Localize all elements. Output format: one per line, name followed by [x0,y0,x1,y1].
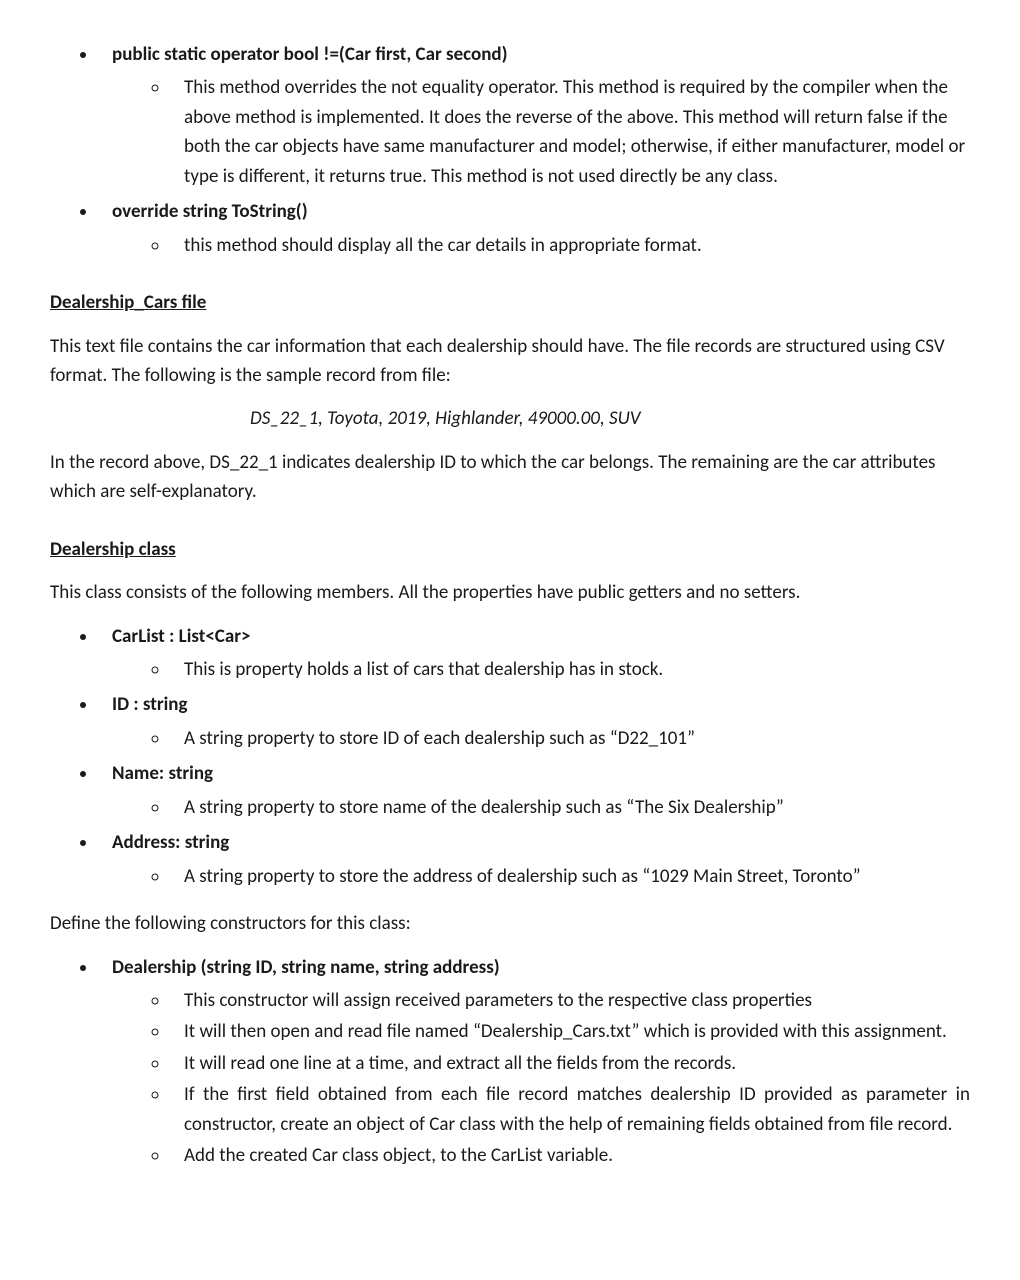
sub-item: This is property holds a list of cars th… [170,655,970,684]
property-title: CarList : List<Car> [98,622,250,651]
constructor-title: Dealership (string ID, string name, stri… [98,953,500,982]
sub-list: this method should display all the car d… [98,231,970,260]
sub-item: Add the created Car class object, to the… [170,1141,970,1170]
sub-list: A string property to store ID of each de… [98,724,970,753]
section-heading-dealership-file: Dealership_Cars file [50,288,970,317]
sub-list: A string property to store the address o… [98,862,970,891]
property-list: CarList : List<Car> This is property hol… [50,622,970,892]
list-item: Name: string A string property to store … [98,759,970,822]
sub-item: This method overrides the not equality o… [170,73,970,191]
list-item: public static operator bool !=(Car first… [98,40,970,191]
sub-item: It will read one line at a time, and ext… [170,1049,970,1078]
list-item: override string ToString() this method s… [98,197,970,260]
sample-record: DS_22_1, Toyota, 2019, Highlander, 49000… [250,404,970,433]
method-title: override string ToString() [98,197,308,226]
constructor-list: Dealership (string ID, string name, stri… [50,953,970,1171]
sub-list: This constructor will assign received pa… [98,986,970,1171]
sub-item: A string property to store ID of each de… [170,724,970,753]
property-title: ID : string [98,690,187,719]
list-item: ID : string A string property to store I… [98,690,970,753]
sub-list: This method overrides the not equality o… [98,73,970,191]
method-title: public static operator bool !=(Car first… [98,40,508,69]
sub-item: If the first field obtained from each fi… [170,1080,970,1139]
paragraph: This class consists of the following mem… [50,578,970,607]
sub-item: this method should display all the car d… [170,231,970,260]
list-item: Address: string A string property to sto… [98,828,970,891]
list-item: CarList : List<Car> This is property hol… [98,622,970,685]
section-heading-dealership-class: Dealership class [50,535,970,564]
paragraph: In the record above, DS_22_1 indicates d… [50,448,970,507]
paragraph: Define the following constructors for th… [50,909,970,938]
property-title: Address: string [98,828,229,857]
top-method-list: public static operator bool !=(Car first… [50,40,970,260]
sub-list: A string property to store name of the d… [98,793,970,822]
sub-item: This constructor will assign received pa… [170,986,970,1015]
paragraph: This text file contains the car informat… [50,332,970,391]
sub-item: A string property to store name of the d… [170,793,970,822]
sub-list: This is property holds a list of cars th… [98,655,970,684]
list-item: Dealership (string ID, string name, stri… [98,953,970,1171]
property-title: Name: string [98,759,213,788]
sub-item: A string property to store the address o… [170,862,970,891]
sub-item: It will then open and read file named “D… [170,1017,970,1046]
